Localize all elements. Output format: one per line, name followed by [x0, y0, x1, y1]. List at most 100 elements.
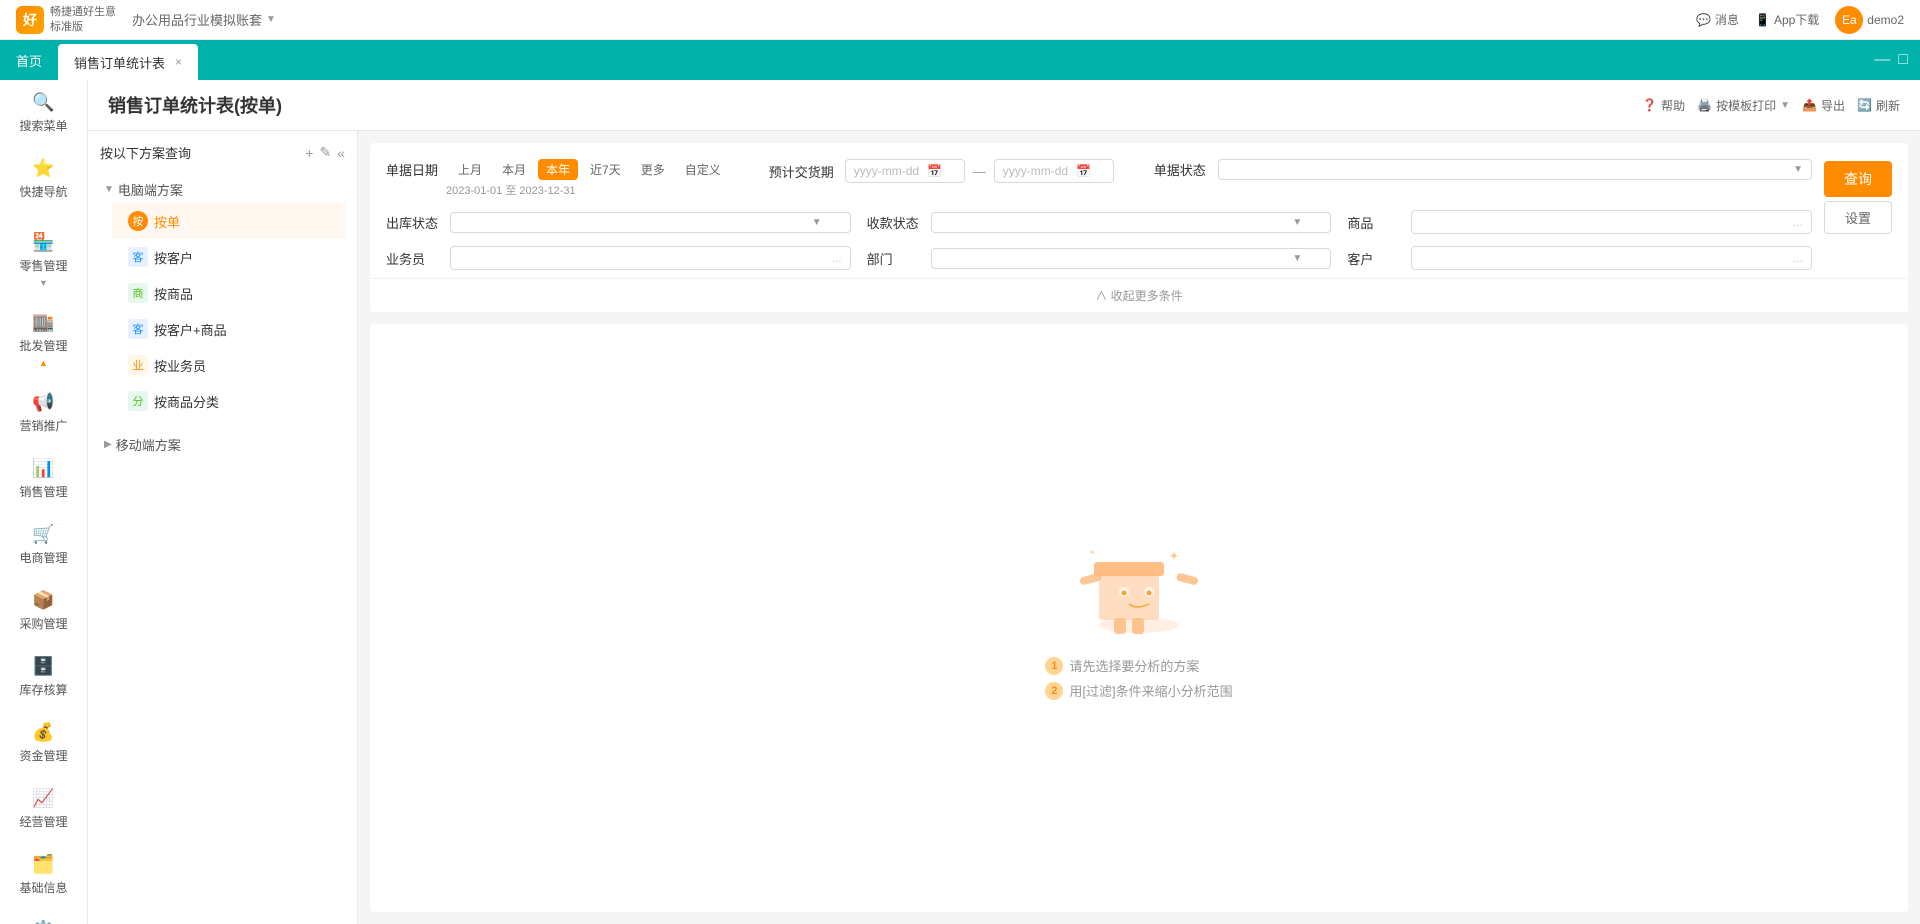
scheme-by-cust-prod[interactable]: 客 按客户+商品	[112, 311, 345, 347]
empty-hint-1: 1 请先选择要分析的方案	[1045, 656, 1232, 675]
scheme-by-product[interactable]: 商 按商品	[112, 275, 345, 311]
workspace-arrow-icon: ▼	[266, 14, 276, 25]
salesman-input[interactable]: ...	[450, 246, 851, 270]
salesman-label: 业务员	[386, 249, 442, 268]
wholesale-label: 批发管理	[19, 337, 67, 354]
help-btn[interactable]: ❓ 帮助	[1642, 97, 1685, 114]
mobile-group-label: 移动端方案	[116, 435, 181, 454]
sidebar-item-sales[interactable]: 📊 销售管理	[6, 448, 81, 510]
collapse-bar[interactable]: ∧ 收起更多条件	[370, 278, 1908, 312]
sidebar-item-quicknav[interactable]: ⭐ 快捷导航	[6, 148, 81, 210]
department-select[interactable]: ▼	[931, 248, 1332, 269]
tab-close-icon[interactable]: ×	[175, 55, 182, 69]
page-title: 销售订单统计表(按单)	[108, 92, 282, 130]
predicted-date-end-input[interactable]: yyyy-mm-dd 📅	[994, 159, 1114, 183]
date-btn-custom[interactable]: 自定义	[677, 159, 729, 180]
tab-minimize-btn[interactable]: —	[1874, 51, 1890, 69]
refresh-btn[interactable]: 🔄 刷新	[1857, 97, 1900, 114]
date-shortcuts: 上月 本月 本年 近7天 更多 自定义	[450, 159, 729, 180]
sidebar-item-finance[interactable]: 💰 资金管理	[6, 712, 81, 774]
sidebar-item-retail[interactable]: 🏪 零售管理 ▼	[6, 222, 81, 298]
empty-hint-1-text: 请先选择要分析的方案	[1069, 656, 1199, 675]
filter-section: 单据日期 上月 本月 本年 近7天 更多 自定义	[370, 143, 1908, 312]
sidebar-item-search[interactable]: 🔍 搜索菜单	[6, 82, 81, 144]
print-label: 按模板打印	[1716, 97, 1776, 114]
date-btn-more[interactable]: 更多	[633, 159, 673, 180]
product-label: 商品	[1347, 213, 1403, 232]
payment-label: 收款状态	[867, 213, 923, 232]
left-panel: 按以下方案查询 + ✎ « ▼ 电脑端方案 按 按	[88, 131, 358, 924]
date-filter-label: 单据日期	[386, 160, 442, 179]
scheme-by-salesman[interactable]: 业 按业务员	[112, 347, 345, 383]
scheme-by-customer-icon: 客	[128, 247, 148, 267]
setting-button[interactable]: 设置	[1824, 201, 1892, 234]
pc-group-arrow-icon: ▼	[104, 184, 114, 195]
print-btn[interactable]: 🖨️ 按模板打印 ▼	[1697, 97, 1790, 114]
help-label: 帮助	[1661, 97, 1685, 114]
wholesale-icon: 🏬	[32, 312, 54, 333]
sidebar-item-basic[interactable]: 🗂️ 基础信息	[6, 844, 81, 906]
scheme-by-category[interactable]: 分 按商品分类	[112, 383, 345, 419]
scheme-by-order[interactable]: 按 按单	[112, 203, 345, 239]
purchase-label: 采购管理	[19, 615, 67, 632]
status-select[interactable]: ▼	[1218, 159, 1812, 180]
tab-sales-order[interactable]: 销售订单统计表 ×	[58, 44, 198, 80]
date-separator: —	[973, 164, 986, 179]
status-select-arrow-icon: ▼	[1793, 164, 1803, 175]
payment-select[interactable]: ▼	[931, 212, 1332, 233]
app-download-action[interactable]: 📱 App下载	[1755, 11, 1819, 28]
search-icon: 🔍	[32, 92, 54, 113]
user-action[interactable]: Ea demo2	[1835, 6, 1904, 34]
scheme-by-product-icon: 商	[128, 283, 148, 303]
date-range-text: 2023-01-01 至 2023-12-31	[446, 185, 576, 197]
marketing-icon: 📢	[32, 392, 54, 413]
date-end-placeholder: yyyy-mm-dd	[1003, 164, 1068, 178]
export-btn[interactable]: 📤 导出	[1802, 97, 1845, 114]
scheme-by-cust-prod-icon: 客	[128, 319, 148, 339]
date-btn-last7[interactable]: 近7天	[582, 159, 629, 180]
scheme-by-category-icon: 分	[128, 391, 148, 411]
empty-state: ✦ ✦ 1 请先选择要分析的方案 2 用[过滤]条件来缩小分析范围	[370, 324, 1908, 912]
mobile-group-header[interactable]: ▶ 移动端方案	[100, 431, 345, 458]
sidebar-item-ecommerce[interactable]: 🛒 电商管理	[6, 514, 81, 576]
sidebar-item-operations[interactable]: 📈 经营管理	[6, 778, 81, 840]
sidebar-item-purchase[interactable]: 📦 采购管理	[6, 580, 81, 642]
sales-label: 销售管理	[19, 483, 67, 500]
product-input[interactable]: ...	[1411, 210, 1812, 234]
customer-input[interactable]: ...	[1411, 246, 1812, 270]
scheme-by-category-label: 按商品分类	[154, 392, 219, 411]
sidebar: 🔍 搜索菜单 ⭐ 快捷导航 🏪 零售管理 ▼ 🏬 批发管理 ▲ 📢 营销推广 📊…	[0, 80, 88, 924]
top-bar-left: 好 畅捷通好生意 标准版 办公用品行业模拟账套 ▼	[16, 5, 284, 34]
filter-right: 查询 设置	[1824, 159, 1892, 270]
date-btn-thisyear[interactable]: 本年	[538, 159, 578, 180]
message-action[interactable]: 💬 消息	[1696, 11, 1739, 28]
sidebar-item-marketing[interactable]: 📢 营销推广	[6, 382, 81, 444]
add-scheme-btn[interactable]: +	[305, 145, 313, 161]
outbound-select[interactable]: ▼	[450, 212, 851, 233]
predicted-date-start-input[interactable]: yyyy-mm-dd 📅	[845, 159, 965, 183]
scheme-by-order-label: 按单	[154, 212, 180, 231]
pc-group-header[interactable]: ▼ 电脑端方案	[100, 176, 345, 203]
refresh-icon: 🔄	[1857, 98, 1872, 112]
inventory-label: 库存核算	[19, 681, 67, 698]
sales-icon: 📊	[32, 458, 54, 479]
date-btn-lastmonth[interactable]: 上月	[450, 159, 490, 180]
empty-hint-2-text: 用[过滤]条件来缩小分析范围	[1069, 681, 1232, 700]
edit-scheme-btn[interactable]: ✎	[319, 144, 331, 161]
date-btn-thismonth[interactable]: 本月	[494, 159, 534, 180]
sidebar-item-wholesale[interactable]: 🏬 批发管理 ▲	[6, 302, 81, 378]
tab-home[interactable]: 首页	[0, 40, 58, 80]
outbound-select-arrow-icon: ▼	[812, 217, 822, 228]
scheme-by-salesman-icon: 业	[128, 355, 148, 375]
empty-hint-2: 2 用[过滤]条件来缩小分析范围	[1045, 681, 1232, 700]
scheme-by-customer[interactable]: 客 按客户	[112, 239, 345, 275]
query-button[interactable]: 查询	[1824, 161, 1892, 197]
collapse-panel-btn[interactable]: «	[337, 145, 345, 161]
workspace-selector[interactable]: 办公用品行业模拟账套 ▼	[124, 6, 284, 33]
tab-maximize-btn[interactable]: □	[1898, 51, 1908, 69]
message-icon: 💬	[1696, 13, 1711, 27]
page-actions: ❓ 帮助 🖨️ 按模板打印 ▼ 📤 导出 🔄 刷新	[1642, 97, 1900, 126]
sidebar-item-inventory[interactable]: 🗄️ 库存核算	[6, 646, 81, 708]
content-area: 销售订单统计表(按单) ❓ 帮助 🖨️ 按模板打印 ▼ 📤 导出 🔄 刷新	[88, 80, 1920, 924]
sidebar-item-system[interactable]: ⚙️ 系统管理	[6, 910, 81, 924]
